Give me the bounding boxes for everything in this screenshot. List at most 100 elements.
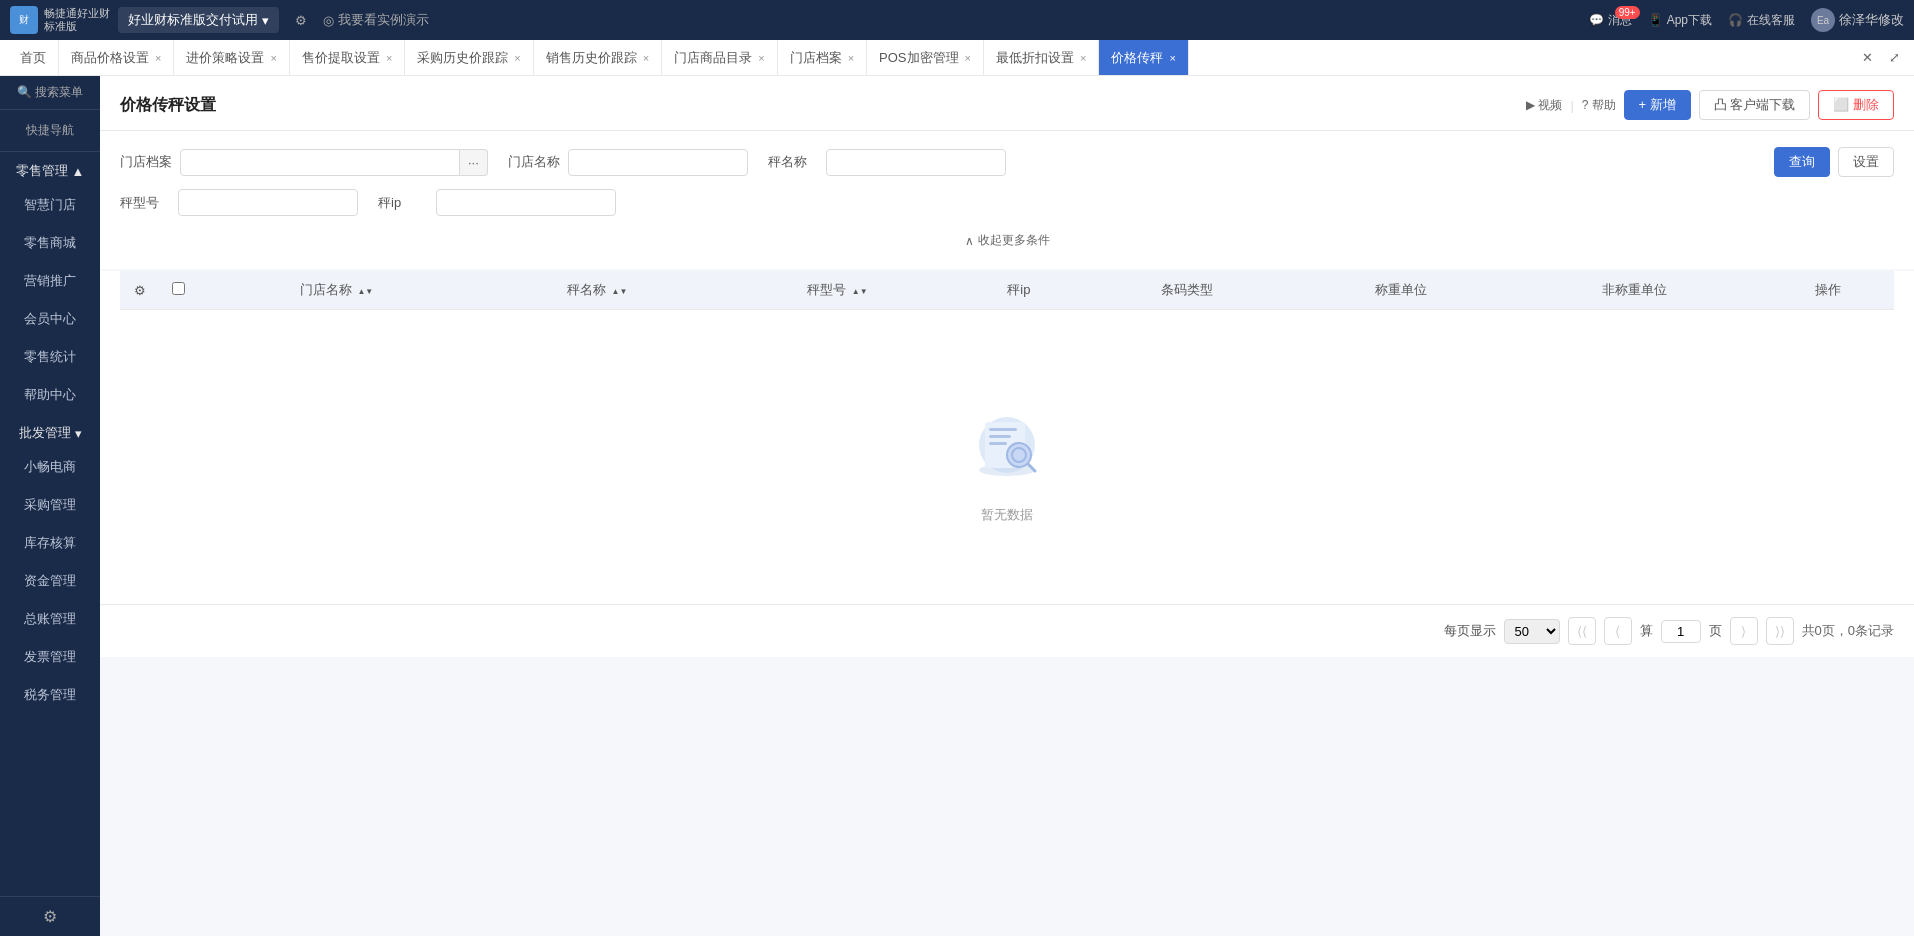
- message-badge: 99+: [1615, 6, 1640, 19]
- collapse-bar[interactable]: ∧ 收起更多条件: [120, 228, 1894, 253]
- pagination: 每页显示 50 10 20 100 ⟨⟨ ⟨ 算 页 ⟩ ⟩⟩ 共0页，0条记录: [100, 604, 1914, 657]
- sidebar-item-ledger[interactable]: 总账管理: [0, 600, 100, 638]
- chevron-down-icon: ▾: [262, 13, 269, 28]
- tab-price-scale[interactable]: 价格传秤 ×: [1099, 40, 1188, 76]
- prev-page-button[interactable]: ⟨: [1604, 617, 1632, 645]
- close-icon[interactable]: ×: [386, 52, 392, 64]
- th-settings: ⚙: [120, 271, 160, 310]
- sidebar-item-purchase[interactable]: 采购管理: [0, 486, 100, 524]
- tab-store-catalog[interactable]: 门店商品目录 ×: [662, 40, 777, 76]
- delete-button[interactable]: ⬜ 删除: [1818, 90, 1894, 120]
- table-settings-icon[interactable]: ⚙: [134, 283, 146, 298]
- tab-purchase-history[interactable]: 采购历史价跟踪 ×: [405, 40, 533, 76]
- sidebar-item-tax[interactable]: 税务管理: [0, 676, 100, 714]
- sidebar-settings-button[interactable]: ⚙: [0, 907, 100, 926]
- page-header: 价格传秤设置 ▶ 视频 | ? 帮助 + 新增 凸 客户端下载 ⬜: [100, 76, 1914, 131]
- tab-min-discount[interactable]: 最低折扣设置 ×: [984, 40, 1099, 76]
- last-page-button[interactable]: ⟩⟩: [1766, 617, 1794, 645]
- app-download-button[interactable]: 📱 App下载: [1648, 12, 1712, 29]
- close-icon[interactable]: ×: [643, 52, 649, 64]
- sidebar-item-inventory[interactable]: 库存核算: [0, 524, 100, 562]
- app-selector[interactable]: 好业财标准版交付试用 ▾: [118, 7, 279, 33]
- chevron-up-icon: ∧: [965, 234, 974, 248]
- close-icon[interactable]: ×: [514, 52, 520, 64]
- sidebar: 🔍 搜索菜单 快捷导航 零售管理 ▲ 智慧门店 零售商城 营销推广 会员中心 零…: [0, 76, 100, 936]
- th-operation: 操作: [1762, 271, 1894, 310]
- store-name-input[interactable]: [568, 149, 748, 176]
- sidebar-item-members[interactable]: 会员中心: [0, 300, 100, 338]
- scale-model-input[interactable]: [178, 189, 358, 216]
- play-icon: ◎: [323, 13, 334, 28]
- sidebar-group-retail[interactable]: 零售管理 ▲: [0, 152, 100, 186]
- store-name-label: 门店名称: [508, 153, 560, 171]
- search-icon: 🔍: [17, 85, 32, 99]
- sidebar-item-finance[interactable]: 资金管理: [0, 562, 100, 600]
- top-bar-left: 财 畅捷通好业财 标准版 好业财标准版交付试用 ▾ ⚙ ◎ 我要看实例演示: [10, 6, 429, 34]
- separator: |: [1570, 98, 1573, 113]
- online-service-button[interactable]: 🎧 在线客服: [1728, 12, 1795, 29]
- main-layout: 🔍 搜索菜单 快捷导航 零售管理 ▲ 智慧门店 零售商城 营销推广 会员中心 零…: [0, 76, 1914, 936]
- per-page-label: 每页显示: [1444, 622, 1496, 640]
- settings-icon-button[interactable]: ⚙: [287, 6, 315, 34]
- close-icon[interactable]: ×: [1080, 52, 1086, 64]
- next-page-button[interactable]: ⟩: [1730, 617, 1758, 645]
- add-button[interactable]: + 新增: [1624, 90, 1691, 120]
- tab-store-archive[interactable]: 门店档案 ×: [778, 40, 867, 76]
- close-icon[interactable]: ×: [848, 52, 854, 64]
- form-item-scale-ip: 秤ip: [378, 189, 616, 216]
- logo-area: 财 畅捷通好业财 标准版: [10, 6, 110, 34]
- close-tab-button[interactable]: ✕: [1856, 48, 1879, 67]
- scale-name-label: 秤名称: [768, 153, 818, 171]
- first-page-button[interactable]: ⟨⟨: [1568, 617, 1596, 645]
- page-title: 价格传秤设置: [120, 95, 216, 116]
- message-button[interactable]: 💬 消息 99+: [1589, 12, 1632, 29]
- settings-button[interactable]: 设置: [1838, 147, 1894, 177]
- store-archive-input[interactable]: [180, 149, 460, 176]
- pagination-total: 共0页，0条记录: [1802, 622, 1894, 640]
- video-link[interactable]: ▶ 视频: [1526, 97, 1562, 114]
- empty-text: 暂无数据: [981, 506, 1033, 524]
- help-icon: ?: [1582, 98, 1589, 112]
- user-info[interactable]: Ea 徐泽华修改: [1811, 8, 1904, 32]
- logo-text: 畅捷通好业财 标准版: [44, 7, 110, 33]
- sidebar-item-help[interactable]: 帮助中心: [0, 376, 100, 414]
- sidebar-item-invoice[interactable]: 发票管理: [0, 638, 100, 676]
- select-all-checkbox[interactable]: [172, 282, 185, 295]
- tab-purchase-strategy[interactable]: 进价策略设置 ×: [174, 40, 289, 76]
- tab-price-settings[interactable]: 商品价格设置 ×: [59, 40, 174, 76]
- sidebar-item-quick-nav[interactable]: 快捷导航: [0, 114, 100, 147]
- sidebar-item-ecommerce[interactable]: 小畅电商: [0, 448, 100, 486]
- th-store-name: 门店名称 ▲▼: [196, 271, 477, 310]
- help-link[interactable]: ? 帮助: [1582, 97, 1616, 114]
- download-button[interactable]: 凸 客户端下载: [1699, 90, 1811, 120]
- sidebar-group-wholesale[interactable]: 批发管理 ▾: [0, 414, 100, 448]
- tab-sale-price[interactable]: 售价提取设置 ×: [290, 40, 405, 76]
- sidebar-bottom: ⚙: [0, 896, 100, 936]
- tab-pos-management[interactable]: POS加密管理 ×: [867, 40, 984, 76]
- maximize-tab-button[interactable]: ⤢: [1883, 48, 1906, 67]
- close-icon[interactable]: ×: [1169, 52, 1175, 64]
- tab-bar: 首页 商品价格设置 × 进价策略设置 × 售价提取设置 × 采购历史价跟踪 × …: [0, 40, 1914, 76]
- tab-sale-history[interactable]: 销售历史价跟踪 ×: [534, 40, 662, 76]
- page-input[interactable]: [1661, 620, 1701, 643]
- page-header-actions: ▶ 视频 | ? 帮助 + 新增 凸 客户端下载 ⬜ 删除: [1526, 90, 1894, 120]
- sidebar-item-marketing[interactable]: 营销推广: [0, 262, 100, 300]
- sort-icons: ▲▼: [357, 288, 373, 296]
- sidebar-item-retail-stats[interactable]: 零售统计: [0, 338, 100, 376]
- th-checkbox: [160, 271, 196, 310]
- form-item-store-name: 门店名称: [508, 149, 748, 176]
- per-page-select[interactable]: 50 10 20 100: [1504, 619, 1560, 644]
- close-icon[interactable]: ×: [758, 52, 764, 64]
- store-archive-btn[interactable]: ···: [460, 149, 488, 176]
- scale-name-input[interactable]: [826, 149, 1006, 176]
- close-icon[interactable]: ×: [270, 52, 276, 64]
- tab-home[interactable]: 首页: [8, 40, 59, 76]
- search-button[interactable]: 查询: [1774, 147, 1830, 177]
- sidebar-item-smart-store[interactable]: 智慧门店: [0, 186, 100, 224]
- sidebar-item-retail-mall[interactable]: 零售商城: [0, 224, 100, 262]
- demo-link[interactable]: ◎ 我要看实例演示: [323, 11, 429, 29]
- close-icon[interactable]: ×: [965, 52, 971, 64]
- close-icon[interactable]: ×: [155, 52, 161, 64]
- scale-ip-input[interactable]: [436, 189, 616, 216]
- sidebar-search[interactable]: 🔍 搜索菜单: [0, 76, 100, 110]
